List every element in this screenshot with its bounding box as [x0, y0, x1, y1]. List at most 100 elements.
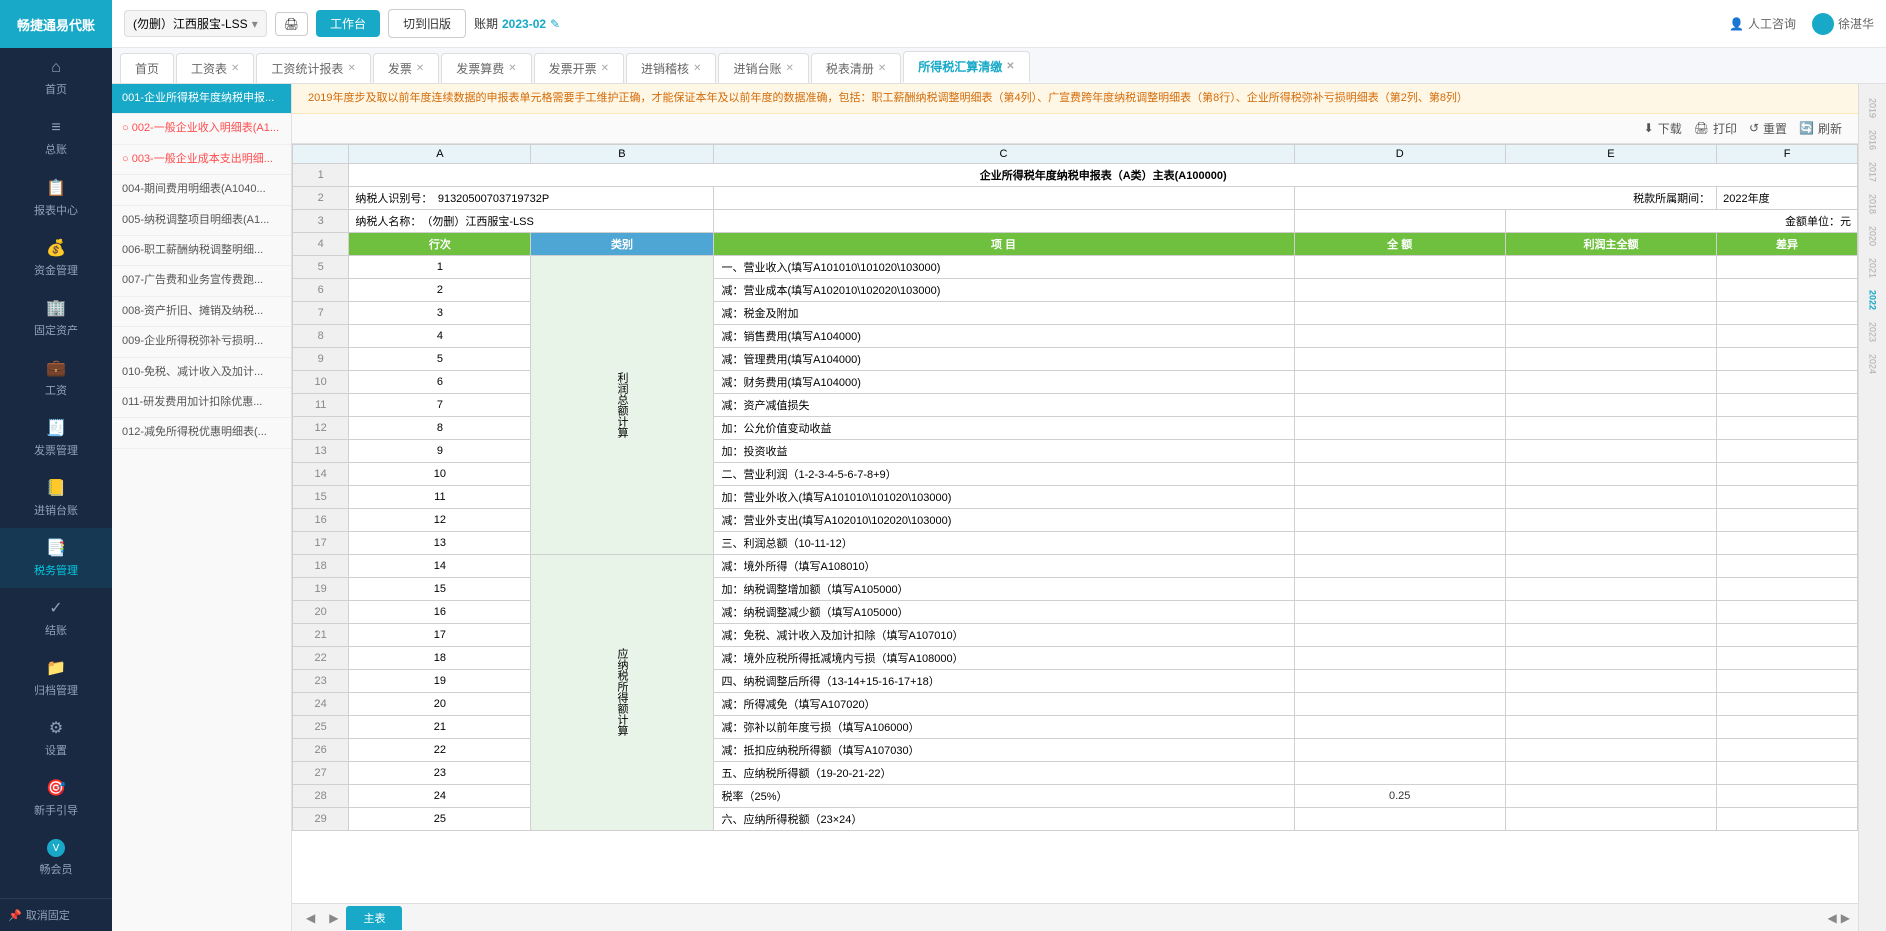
tab-close-8[interactable]: ✕: [878, 63, 886, 74]
row-diff-10[interactable]: [1717, 485, 1858, 508]
form-list-item-009[interactable]: 009-企业所得税弥补亏损明...: [112, 327, 291, 357]
row-amount-15[interactable]: [1294, 600, 1505, 623]
form-list-item-004[interactable]: 004-期间费用明细表(A1040...: [112, 175, 291, 205]
print-icon-btn[interactable]: 🖨: [275, 12, 308, 36]
row-profit-23[interactable]: [1505, 784, 1716, 807]
tab-税表清册[interactable]: 税表清册✕: [811, 53, 901, 83]
form-list-item-011[interactable]: 011-研发费用加计扣除优惠...: [112, 388, 291, 418]
row-profit-17[interactable]: [1505, 646, 1716, 669]
row-amount-7[interactable]: [1294, 416, 1505, 439]
row-diff-4[interactable]: [1717, 347, 1858, 370]
row-diff-15[interactable]: [1717, 600, 1858, 623]
timeline-year-2016[interactable]: 2016: [1866, 124, 1880, 156]
row-profit-1[interactable]: [1505, 278, 1716, 301]
row-amount-19[interactable]: [1294, 692, 1505, 715]
row-amount-6[interactable]: [1294, 393, 1505, 416]
row-diff-8[interactable]: [1717, 439, 1858, 462]
row-profit-11[interactable]: [1505, 508, 1716, 531]
sidebar-item-payroll[interactable]: 💼 工资: [0, 348, 112, 408]
row-amount-5[interactable]: [1294, 370, 1505, 393]
main-sheet-tab[interactable]: 主表: [346, 906, 402, 930]
refresh-btn[interactable]: 🔄 刷新: [1799, 120, 1842, 137]
sheet-nav-left[interactable]: ◀: [300, 909, 321, 927]
download-btn[interactable]: ⬇ 下载: [1644, 120, 1682, 137]
form-list-item-010[interactable]: 010-免税、减计收入及加计...: [112, 358, 291, 388]
sidebar-item-assets[interactable]: 🏢 固定资产: [0, 288, 112, 348]
row-diff-23[interactable]: [1717, 784, 1858, 807]
row-amount-18[interactable]: [1294, 669, 1505, 692]
timeline-year-2022[interactable]: 2022: [1866, 284, 1880, 316]
sidebar-item-close-accounts[interactable]: ✓ 结账: [0, 588, 112, 648]
tab-发票算费[interactable]: 发票算费✕: [441, 53, 531, 83]
sidebar-item-settings[interactable]: ⚙ 设置: [0, 708, 112, 768]
scroll-left-btn[interactable]: ◀: [1828, 911, 1837, 925]
row-profit-20[interactable]: [1505, 715, 1716, 738]
sidebar-item-member[interactable]: V 畅会员: [0, 828, 112, 888]
unpin-button[interactable]: 📌 取消固定: [0, 898, 112, 931]
row-diff-19[interactable]: [1717, 692, 1858, 715]
switch-old-btn[interactable]: 切到旧版: [388, 9, 466, 38]
form-list-item-003[interactable]: 003-一般企业成本支出明细...: [112, 145, 291, 175]
sidebar-item-guide[interactable]: 🎯 新手引导: [0, 768, 112, 828]
tab-close-7[interactable]: ✕: [785, 63, 793, 74]
tab-进销稽核[interactable]: 进销稽核✕: [626, 53, 716, 83]
row-profit-14[interactable]: [1505, 577, 1716, 600]
sidebar-item-tax[interactable]: 📑 税务管理: [0, 528, 112, 588]
row-diff-6[interactable]: [1717, 393, 1858, 416]
row-amount-13[interactable]: [1294, 554, 1505, 577]
row-diff-22[interactable]: [1717, 761, 1858, 784]
row-profit-22[interactable]: [1505, 761, 1716, 784]
timeline-year-2021[interactable]: 2021: [1866, 252, 1880, 284]
row-profit-4[interactable]: [1505, 347, 1716, 370]
timeline-year-2019[interactable]: 2019: [1866, 92, 1880, 124]
row-amount-16[interactable]: [1294, 623, 1505, 646]
timeline-year-2018[interactable]: 2018: [1866, 188, 1880, 220]
form-list-item-006[interactable]: 006-职工薪酬纳税调整明细...: [112, 236, 291, 266]
row-amount-9[interactable]: [1294, 462, 1505, 485]
row-profit-5[interactable]: [1505, 370, 1716, 393]
form-list-item-005[interactable]: 005-纳税调整项目明细表(A1...: [112, 206, 291, 236]
sidebar-item-home[interactable]: ⌂ 首页: [0, 48, 112, 108]
tab-close-4[interactable]: ✕: [508, 63, 516, 74]
row-diff-18[interactable]: [1717, 669, 1858, 692]
row-profit-16[interactable]: [1505, 623, 1716, 646]
row-profit-13[interactable]: [1505, 554, 1716, 577]
row-amount-2[interactable]: [1294, 301, 1505, 324]
row-profit-2[interactable]: [1505, 301, 1716, 324]
row-amount-17[interactable]: [1294, 646, 1505, 669]
tab-发票开票[interactable]: 发票开票✕: [534, 53, 624, 83]
tab-工资统计报表[interactable]: 工资统计报表✕: [256, 53, 370, 83]
tab-工资表[interactable]: 工资表✕: [176, 53, 254, 83]
row-amount-11[interactable]: [1294, 508, 1505, 531]
row-diff-20[interactable]: [1717, 715, 1858, 738]
tab-所得税汇算清缴[interactable]: 所得税汇算清缴✕: [903, 51, 1029, 83]
sidebar-item-funds[interactable]: 💰 资金管理: [0, 228, 112, 288]
form-list-item-002[interactable]: 002-一般企业收入明细表(A1...: [112, 114, 291, 144]
sidebar-item-invoice[interactable]: 🧾 发票管理: [0, 408, 112, 468]
row-diff-21[interactable]: [1717, 738, 1858, 761]
row-profit-18[interactable]: [1505, 669, 1716, 692]
row-amount-22[interactable]: [1294, 761, 1505, 784]
row-diff-16[interactable]: [1717, 623, 1858, 646]
row-diff-13[interactable]: [1717, 554, 1858, 577]
row-amount-4[interactable]: [1294, 347, 1505, 370]
tab-首页[interactable]: 首页: [120, 53, 174, 83]
sheet-nav-right[interactable]: ▶: [323, 909, 344, 927]
period-edit-icon[interactable]: ✎: [550, 17, 560, 31]
row-diff-3[interactable]: [1717, 324, 1858, 347]
company-selector[interactable]: (勿删）江西服宝-LSS ▾: [124, 10, 267, 37]
form-list-item-007[interactable]: 007-广告费和业务宣传费跑...: [112, 266, 291, 296]
sidebar-item-reports[interactable]: 📋 报表中心: [0, 168, 112, 228]
row-amount-14[interactable]: [1294, 577, 1505, 600]
tab-close-1[interactable]: ✕: [231, 63, 239, 74]
row-profit-21[interactable]: [1505, 738, 1716, 761]
sidebar-item-ledger[interactable]: ≡ 总账: [0, 108, 112, 168]
row-profit-3[interactable]: [1505, 324, 1716, 347]
row-diff-24[interactable]: [1717, 807, 1858, 830]
row-profit-6[interactable]: [1505, 393, 1716, 416]
row-amount-1[interactable]: [1294, 278, 1505, 301]
row-diff-17[interactable]: [1717, 646, 1858, 669]
sidebar-item-sales-ledger[interactable]: 📒 进销台账: [0, 468, 112, 528]
print-btn[interactable]: 🖨 打印: [1694, 120, 1737, 137]
row-profit-24[interactable]: [1505, 807, 1716, 830]
